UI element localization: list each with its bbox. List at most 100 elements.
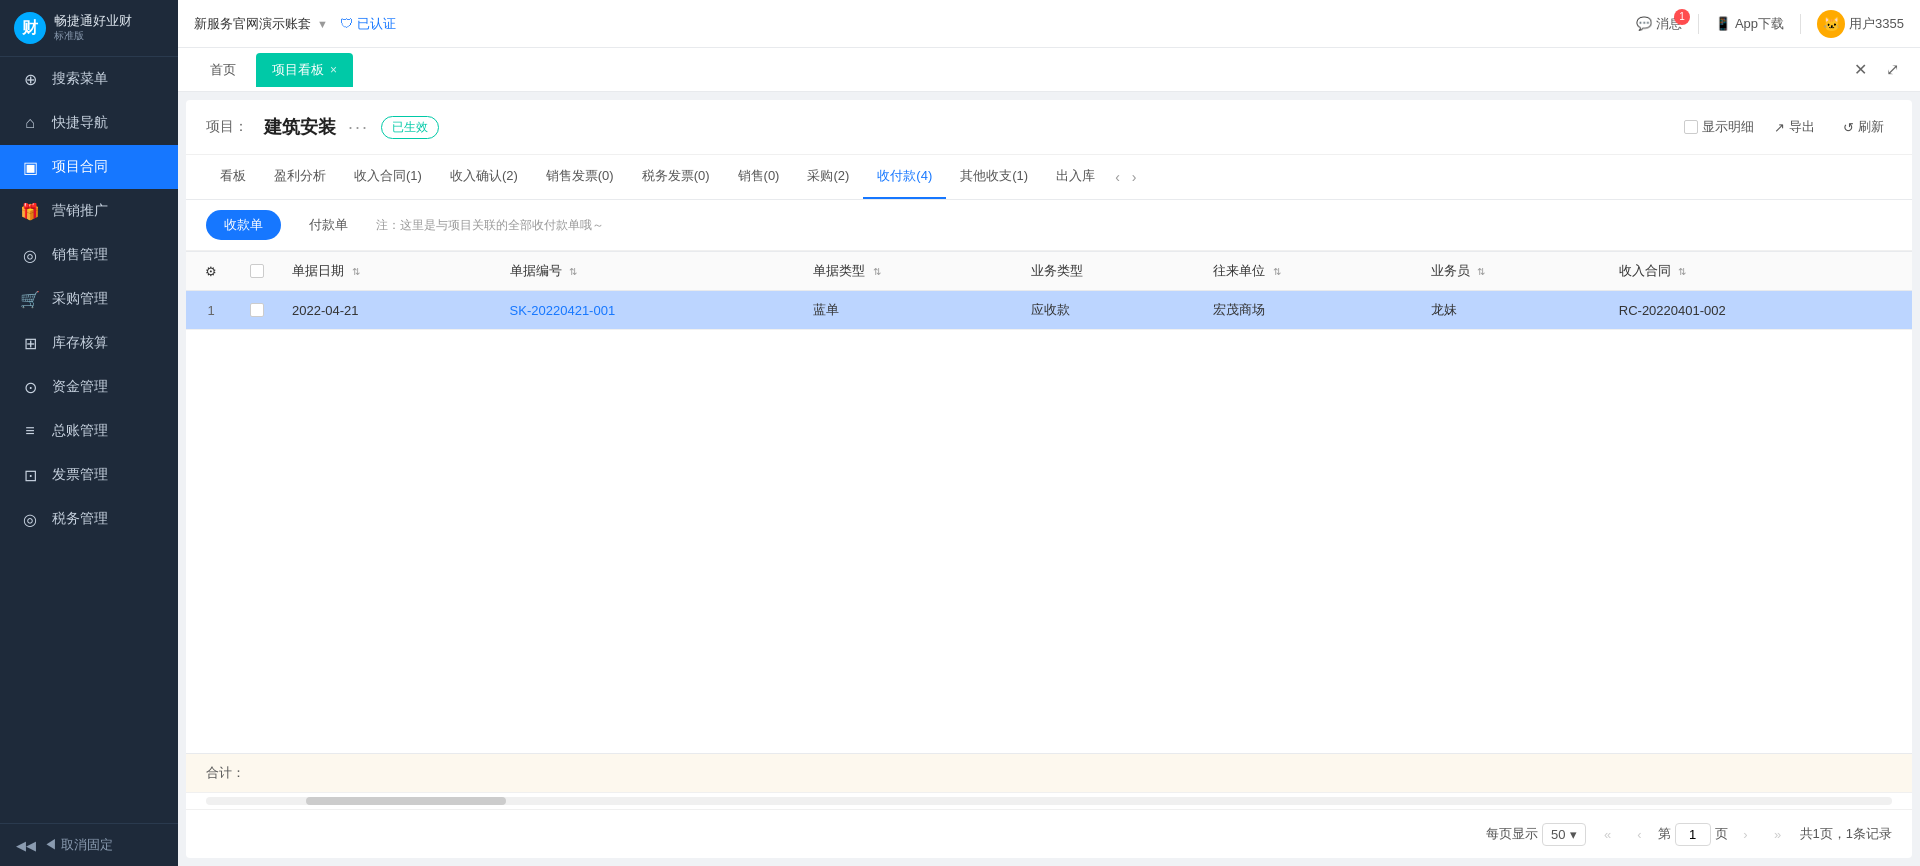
col-number-header[interactable]: 单据编号 ⇅ — [496, 252, 800, 291]
sort-contract-icon: ⇅ — [1678, 266, 1686, 277]
account-selector[interactable]: 新服务官网演示账套 ▼ — [194, 15, 328, 33]
page-content: 项目： 建筑安装 ··· 已生效 显示明细 ↗ 导出 ↺ 刷新 看板 — [186, 100, 1912, 858]
sub-nav-next-arrow[interactable]: › — [1126, 161, 1143, 193]
search-menu-icon: ⊕ — [20, 69, 40, 89]
sidebar-item-purchase-mgmt[interactable]: 🛒 采购管理 — [0, 277, 178, 321]
app-download-action[interactable]: 📱 App下载 — [1715, 15, 1784, 33]
total-info: 共1页，1条记录 — [1800, 825, 1892, 843]
select-all-checkbox[interactable] — [250, 264, 264, 278]
sidebar-item-sales-mgmt[interactable]: ◎ 销售管理 — [0, 233, 178, 277]
fund-mgmt-icon: ⊙ — [20, 377, 40, 397]
action-note: 注：这里是与项目关联的全部收付款单哦～ — [376, 217, 604, 234]
page-number-input[interactable] — [1675, 823, 1711, 846]
page-size-value: 50 — [1551, 827, 1565, 842]
user-action[interactable]: 🐱 用户3355 — [1817, 10, 1904, 38]
sidebar-item-invoice-mgmt[interactable]: ⊡ 发票管理 — [0, 453, 178, 497]
first-page-button[interactable]: « — [1594, 820, 1622, 848]
top-bar-divider-1 — [1698, 14, 1699, 34]
row-number-link[interactable]: SK-20220421-001 — [510, 303, 616, 318]
sub-nav-kanban[interactable]: 看板 — [206, 155, 260, 199]
page-title: 建筑安装 — [264, 115, 336, 139]
row-check[interactable] — [236, 291, 278, 330]
window-maximize-button[interactable]: ⤢ — [1880, 58, 1904, 82]
row-number: SK-20220421-001 — [496, 291, 800, 330]
message-action[interactable]: 💬 消息 1 — [1636, 15, 1682, 33]
ledger-mgmt-icon: ≡ — [20, 421, 40, 441]
col-settings-header[interactable]: ⚙ — [186, 252, 236, 291]
app-logo-icon: 财 — [14, 12, 46, 44]
sales-mgmt-icon: ◎ — [20, 245, 40, 265]
sidebar-item-project-contract[interactable]: ▣ 项目合同 — [0, 145, 178, 189]
more-options-button[interactable]: ··· — [348, 117, 369, 138]
sub-nav-income-contract[interactable]: 收入合同(1) — [340, 155, 436, 199]
refresh-button[interactable]: ↺ 刷新 — [1835, 114, 1892, 140]
message-badge: 1 — [1674, 9, 1690, 25]
marketing-icon: 🎁 — [20, 201, 40, 221]
tax-mgmt-icon: ◎ — [20, 509, 40, 529]
payment-btn[interactable]: 付款单 — [297, 210, 360, 240]
col-partner-header[interactable]: 往来单位 ⇅ — [1199, 252, 1417, 291]
page-title-label: 项目： — [206, 118, 248, 136]
status-badge: 已生效 — [381, 116, 439, 139]
sub-nav-sales-invoice[interactable]: 销售发票(0) — [532, 155, 628, 199]
sidebar-item-inventory[interactable]: ⊞ 库存核算 — [0, 321, 178, 365]
sort-type-icon: ⇅ — [873, 266, 881, 277]
col-income-contract-header[interactable]: 收入合同 ⇅ — [1605, 252, 1912, 291]
last-page-icon: » — [1774, 827, 1781, 842]
col-check-header[interactable] — [236, 252, 278, 291]
sidebar-item-marketing[interactable]: 🎁 营销推广 — [0, 189, 178, 233]
sub-nav-purchase[interactable]: 采购(2) — [793, 155, 863, 199]
next-page-button[interactable]: › — [1732, 820, 1760, 848]
col-date-header[interactable]: 单据日期 ⇅ — [278, 252, 496, 291]
page-suffix: 页 — [1715, 825, 1728, 843]
show-detail-checkbox[interactable]: 显示明细 — [1684, 118, 1754, 136]
export-button[interactable]: ↗ 导出 — [1766, 114, 1823, 140]
sort-partner-icon: ⇅ — [1273, 266, 1281, 277]
tab-close-icon[interactable]: × — [330, 63, 337, 77]
top-bar-actions: 💬 消息 1 📱 App下载 🐱 用户3355 — [1636, 10, 1904, 38]
sub-nav-income-confirm[interactable]: 收入确认(2) — [436, 155, 532, 199]
sidebar-item-tax-mgmt[interactable]: ◎ 税务管理 — [0, 497, 178, 541]
sub-nav-profit[interactable]: 盈利分析 — [260, 155, 340, 199]
col-type-header[interactable]: 单据类型 ⇅ — [799, 252, 1017, 291]
unpin-icon: ◀◀ — [16, 838, 36, 853]
row-checkbox[interactable] — [250, 303, 264, 317]
page-label: 第 — [1658, 825, 1671, 843]
sub-nav-in-out[interactable]: 出入库 — [1042, 155, 1109, 199]
sub-nav-receipts[interactable]: 收付款(4) — [863, 155, 946, 199]
sub-nav-prev-arrow[interactable]: ‹ — [1109, 161, 1126, 193]
sub-nav-other-income[interactable]: 其他收支(1) — [946, 155, 1042, 199]
sub-nav-tax-invoice[interactable]: 税务发票(0) — [628, 155, 724, 199]
sort-number-icon: ⇅ — [569, 266, 577, 277]
page-navigation: « ‹ 第 页 › » — [1594, 820, 1792, 848]
top-bar: 新服务官网演示账套 ▼ 🛡 已认证 💬 消息 1 📱 App下载 🐱 用户335… — [178, 0, 1920, 48]
pagination: 每页显示 50 ▾ « ‹ 第 页 — [186, 809, 1912, 858]
project-contract-icon: ▣ — [20, 157, 40, 177]
col-salesman-header[interactable]: 业务员 ⇅ — [1417, 252, 1605, 291]
last-page-button[interactable]: » — [1764, 820, 1792, 848]
sub-nav-sales[interactable]: 销售(0) — [724, 155, 794, 199]
tab-bar: 首页 项目看板 × ✕ ⤢ — [178, 48, 1920, 92]
horizontal-scrollbar-track[interactable] — [206, 797, 1892, 805]
sidebar-footer-unpin[interactable]: ◀◀ ◀ 取消固定 — [0, 823, 178, 866]
row-num: 1 — [186, 291, 236, 330]
message-icon: 💬 — [1636, 16, 1652, 31]
page-size-dropdown[interactable]: 50 ▾ — [1542, 823, 1585, 846]
sidebar-item-ledger-mgmt[interactable]: ≡ 总账管理 — [0, 409, 178, 453]
window-close-button[interactable]: ✕ — [1848, 58, 1872, 82]
tab-project-kanban[interactable]: 项目看板 × — [256, 53, 353, 87]
inventory-icon: ⊞ — [20, 333, 40, 353]
phone-icon: 📱 — [1715, 16, 1731, 31]
receipt-btn[interactable]: 收款单 — [206, 210, 281, 240]
prev-page-button[interactable]: ‹ — [1626, 820, 1654, 848]
sidebar-item-fund-mgmt[interactable]: ⊙ 资金管理 — [0, 365, 178, 409]
horizontal-scrollbar-thumb[interactable] — [306, 797, 506, 805]
tab-home[interactable]: 首页 — [194, 53, 252, 87]
sidebar-item-quick-nav[interactable]: ⌂ 快捷导航 — [0, 101, 178, 145]
table-row[interactable]: 1 2022-04-21 SK-20220421-001 蓝单 应收款 — [186, 291, 1912, 330]
invoice-mgmt-icon: ⊡ — [20, 465, 40, 485]
sidebar-item-search[interactable]: ⊕ 搜索菜单 — [0, 57, 178, 101]
main-content: 新服务官网演示账套 ▼ 🛡 已认证 💬 消息 1 📱 App下载 🐱 用户335… — [178, 0, 1920, 866]
tab-project-kanban-label: 项目看板 — [272, 61, 324, 79]
page-size-selector: 每页显示 50 ▾ — [1486, 823, 1585, 846]
